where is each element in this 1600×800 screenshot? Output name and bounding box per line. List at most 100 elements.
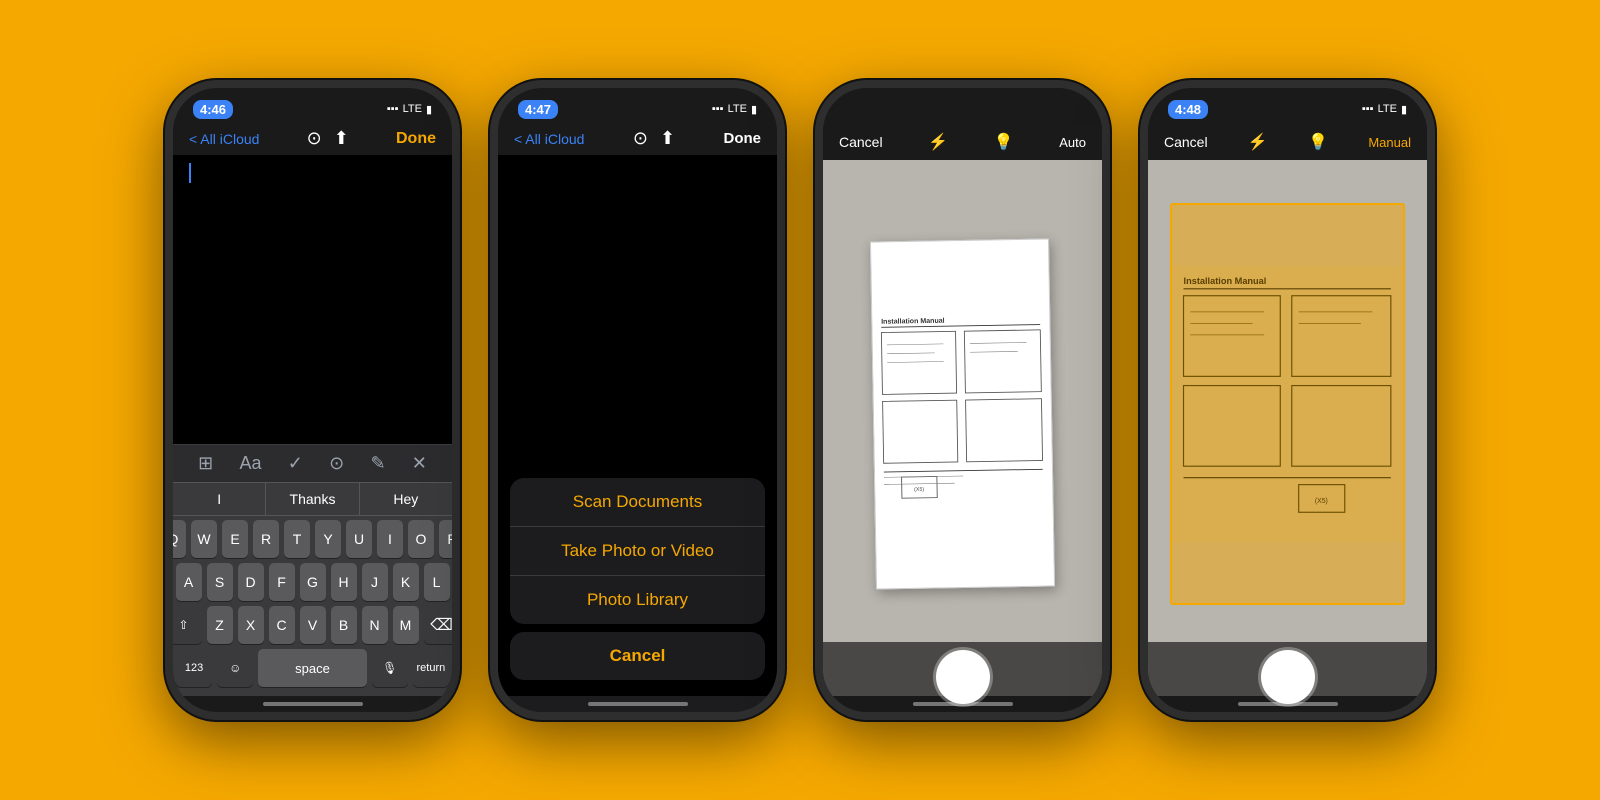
- key-z[interactable]: Z: [207, 606, 233, 644]
- key-f[interactable]: F: [269, 563, 295, 601]
- back-button-2[interactable]: < All iCloud: [514, 131, 584, 147]
- key-k[interactable]: K: [393, 563, 419, 601]
- key-shift[interactable]: ⇧: [173, 606, 202, 644]
- format-icon[interactable]: Aa: [239, 453, 261, 474]
- key-u[interactable]: U: [346, 520, 372, 558]
- key-y[interactable]: Y: [315, 520, 341, 558]
- done-button-2[interactable]: Done: [724, 130, 762, 147]
- key-num[interactable]: 123: [176, 649, 212, 687]
- signal-icon: ▪▪▪: [387, 103, 399, 115]
- phone-4: 4:48 ▪▪▪ LTE ▮ Cancel ⚡ 💡 Manual Install…: [1140, 80, 1435, 720]
- key-c[interactable]: C: [269, 606, 295, 644]
- key-emoji[interactable]: ☺: [217, 649, 253, 687]
- table-icon[interactable]: ⊞: [198, 453, 213, 474]
- key-row-2: A S D F G H J K L: [176, 563, 449, 601]
- key-t[interactable]: T: [284, 520, 310, 558]
- share-icon[interactable]: ⬆: [334, 128, 349, 149]
- key-q[interactable]: Q: [173, 520, 186, 558]
- phone-2: 4:47 ▪▪▪ LTE ▮ < All iCloud ⊙ ⬆ Done Sca…: [490, 80, 785, 720]
- key-d[interactable]: D: [238, 563, 264, 601]
- key-mic[interactable]: 🎙: [372, 649, 408, 687]
- key-w[interactable]: W: [191, 520, 217, 558]
- screen-content-4: 4:48 ▪▪▪ LTE ▮ Cancel ⚡ 💡 Manual Install…: [1148, 88, 1427, 712]
- home-indicator-1: [263, 702, 363, 706]
- scan-overlay-4: Installation Manual (X5): [1170, 203, 1404, 605]
- status-time-2: 4:47: [518, 100, 558, 119]
- key-return[interactable]: return: [413, 649, 449, 687]
- capture-button-3[interactable]: [936, 650, 990, 704]
- notch-4: [1223, 88, 1353, 112]
- markup-icon[interactable]: ✎: [370, 453, 385, 474]
- nav-bar-1: < All iCloud ⊙ ⬆ Done: [173, 124, 452, 155]
- flash-icon-4[interactable]: ⚡: [1248, 132, 1268, 152]
- home-indicator-2: [588, 702, 688, 706]
- done-button-1[interactable]: Done: [396, 130, 436, 148]
- camera-top-bar-4: Cancel ⚡ 💡 Manual: [1148, 124, 1427, 160]
- camera-viewport-3: Installation Manual (X5): [823, 160, 1102, 696]
- photo-library-button[interactable]: Photo Library: [510, 576, 765, 624]
- camera-viewport-4: Installation Manual (X5): [1148, 160, 1427, 696]
- keyboard: Q W E R T Y U I O P A S D F G H J K: [173, 516, 452, 696]
- key-row-1: Q W E R T Y U I O P: [176, 520, 449, 558]
- home-bar-1: [173, 696, 452, 712]
- signal-icon-4: ▪▪▪: [1362, 103, 1374, 115]
- home-indicator-4: [1238, 702, 1338, 706]
- cancel-button-3[interactable]: Cancel: [839, 134, 883, 150]
- back-button-1[interactable]: < All iCloud: [189, 131, 259, 147]
- bulb-icon-3[interactable]: 💡: [994, 132, 1014, 152]
- text-cursor: [189, 163, 191, 183]
- cancel-button-4[interactable]: Cancel: [1164, 134, 1208, 150]
- key-l[interactable]: L: [424, 563, 450, 601]
- key-n[interactable]: N: [362, 606, 388, 644]
- network-label-2: LTE: [728, 103, 747, 115]
- document-svg-4: Installation Manual (X5): [1172, 205, 1402, 603]
- home-indicator-3: [913, 702, 1013, 706]
- screen-content-1: ⊞ Aa ✓ ⊙ ✎ ✕ I Thanks Hey Q W E R T Y U …: [173, 155, 452, 712]
- screen-content-3: Cancel ⚡ 💡 Auto Installation Manual: [823, 88, 1102, 712]
- key-r[interactable]: R: [253, 520, 279, 558]
- pred-word-3[interactable]: Hey: [360, 483, 452, 515]
- capture-button-4[interactable]: [1261, 650, 1315, 704]
- nav-icons-1: ⊙ ⬆: [307, 128, 349, 149]
- share-icon-2[interactable]: ⬆: [660, 128, 675, 149]
- key-i[interactable]: I: [377, 520, 403, 558]
- checklist-icon[interactable]: ✓: [288, 453, 303, 474]
- pred-word-1[interactable]: I: [173, 483, 266, 515]
- pred-word-2[interactable]: Thanks: [266, 483, 359, 515]
- key-delete[interactable]: ⌫: [424, 606, 453, 644]
- flash-icon-3[interactable]: ⚡: [928, 132, 948, 152]
- take-photo-button[interactable]: Take Photo or Video: [510, 527, 765, 576]
- key-m[interactable]: M: [393, 606, 419, 644]
- scan-documents-button[interactable]: Scan Documents: [510, 478, 765, 527]
- key-a[interactable]: A: [176, 563, 202, 601]
- key-x[interactable]: X: [238, 606, 264, 644]
- svg-text:(X5): (X5): [914, 487, 924, 493]
- key-space[interactable]: space: [258, 649, 367, 687]
- action-sheet-area: Scan Documents Take Photo or Video Photo…: [498, 414, 777, 697]
- contact-icon-2[interactable]: ⊙: [633, 128, 648, 149]
- camera-toolbar-icon[interactable]: ⊙: [329, 453, 344, 474]
- key-s[interactable]: S: [207, 563, 233, 601]
- key-g[interactable]: G: [300, 563, 326, 601]
- toolbar-row: ⊞ Aa ✓ ⊙ ✎ ✕: [173, 444, 452, 482]
- cancel-button[interactable]: Cancel: [510, 632, 765, 680]
- network-label: LTE: [403, 103, 422, 115]
- key-o[interactable]: O: [408, 520, 434, 558]
- notes-text-area[interactable]: [173, 155, 452, 444]
- mode-label-3[interactable]: Auto: [1059, 135, 1086, 150]
- home-bar-2: [498, 696, 777, 712]
- svg-text:(X5): (X5): [1315, 498, 1328, 505]
- key-p[interactable]: P: [439, 520, 452, 558]
- key-j[interactable]: J: [362, 563, 388, 601]
- close-toolbar-icon[interactable]: ✕: [412, 453, 427, 474]
- bulb-icon-4[interactable]: 💡: [1308, 132, 1328, 152]
- contact-icon[interactable]: ⊙: [307, 128, 322, 149]
- key-v[interactable]: V: [300, 606, 326, 644]
- status-icons-2: ▪▪▪ LTE ▮: [712, 103, 757, 116]
- key-h[interactable]: H: [331, 563, 357, 601]
- key-b[interactable]: B: [331, 606, 357, 644]
- document-paper-3: Installation Manual (X5): [870, 239, 1055, 590]
- key-e[interactable]: E: [222, 520, 248, 558]
- mode-label-4[interactable]: Manual: [1368, 135, 1411, 150]
- status-icons-4: ▪▪▪ LTE ▮: [1362, 103, 1407, 116]
